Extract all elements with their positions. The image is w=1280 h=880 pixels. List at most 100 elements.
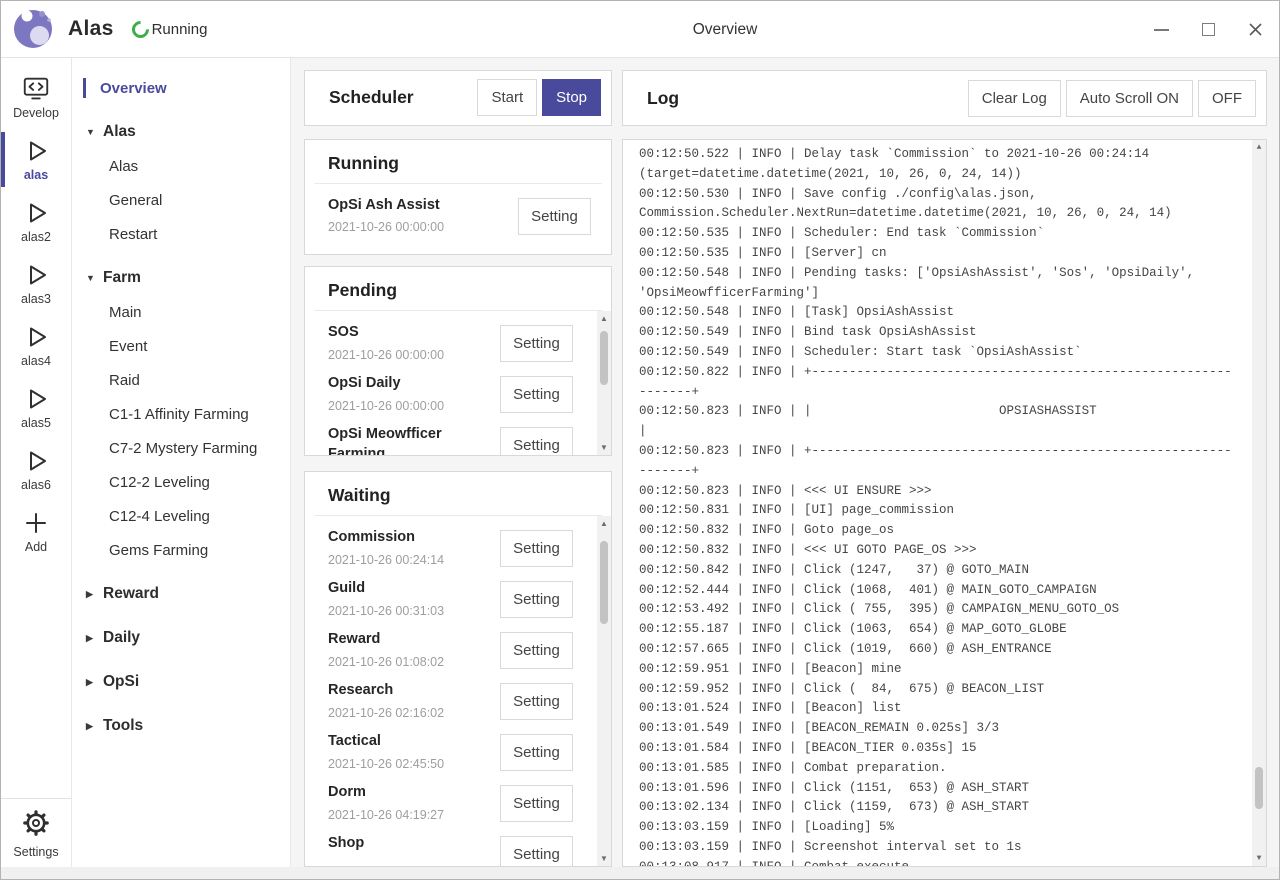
group-arrow-icon: ▶ bbox=[86, 589, 103, 600]
task-setting-button[interactable]: Setting bbox=[500, 734, 573, 771]
scheduler-panel: Scheduler Start Stop bbox=[304, 70, 612, 126]
nav-item[interactable]: Main bbox=[72, 295, 290, 329]
scroll-up-arrow[interactable]: ▲ bbox=[1252, 140, 1266, 155]
scroll-thumb[interactable] bbox=[1255, 767, 1263, 809]
task-setting-button[interactable]: Setting bbox=[500, 530, 573, 567]
scroll-down-arrow[interactable]: ▼ bbox=[1252, 851, 1266, 866]
nav-item[interactable]: ▶ Daily bbox=[72, 621, 290, 655]
nav-item[interactable]: C1-1 Affinity Farming bbox=[72, 397, 290, 431]
rail-item-alas5[interactable]: alas5 bbox=[1, 378, 71, 437]
task-row: Dorm 2021-10-26 04:19:27 Setting bbox=[305, 775, 611, 826]
minimize-button[interactable] bbox=[1153, 22, 1169, 38]
rail-item-label: alas5 bbox=[21, 416, 51, 430]
scroll-thumb[interactable] bbox=[600, 331, 608, 386]
plus-icon bbox=[21, 507, 51, 538]
log-line: 00:12:50.822 | INFO | +-----------------… bbox=[639, 363, 1238, 403]
log-line: 00:12:50.842 | INFO | Click (1247, 37) @… bbox=[639, 561, 1238, 581]
nav-item-label: Reward bbox=[103, 585, 159, 603]
play-icon bbox=[21, 135, 51, 166]
nav-item-label: Tools bbox=[103, 717, 143, 735]
clear-log-button[interactable]: Clear Log bbox=[968, 80, 1061, 117]
task-name: Tactical bbox=[328, 732, 492, 752]
log-output[interactable]: 00:12:50.522 | INFO | Delay task `Commis… bbox=[622, 139, 1267, 867]
pending-scrollbar[interactable]: ▲ ▼ bbox=[597, 311, 611, 455]
task-setting-button[interactable]: Setting bbox=[500, 325, 573, 362]
rail-item-alas3[interactable]: alas3 bbox=[1, 254, 71, 313]
nav-item[interactable]: Overview bbox=[72, 71, 290, 105]
nav-item[interactable]: C7-2 Mystery Farming bbox=[72, 431, 290, 465]
title-bar: Alas Running Overview bbox=[1, 1, 1279, 58]
log-line: 00:13:02.134 | INFO | Click (1159, 673) … bbox=[639, 798, 1238, 818]
close-icon bbox=[1248, 22, 1263, 37]
task-setting-button[interactable]: Setting bbox=[500, 632, 573, 669]
scroll-thumb[interactable] bbox=[600, 541, 608, 624]
settings-button[interactable]: Settings bbox=[1, 798, 71, 867]
nav-item[interactable]: Raid bbox=[72, 363, 290, 397]
nav-item-label: OpSi bbox=[103, 673, 139, 691]
log-line: 00:13:03.159 | INFO | Screenshot interva… bbox=[639, 838, 1238, 858]
alas-logo-icon bbox=[13, 9, 53, 49]
close-button[interactable] bbox=[1247, 22, 1263, 38]
group-arrow-icon: ▶ bbox=[86, 633, 103, 644]
nav-item[interactable]: Alas bbox=[72, 149, 290, 183]
task-next-run-time: 2021-10-26 00:00:00 bbox=[328, 348, 492, 362]
running-panel: Running OpSi Ash Assist 2021-10-26 00:00… bbox=[304, 139, 612, 255]
task-row: Commission 2021-10-26 00:24:14 Setting bbox=[305, 520, 611, 571]
task-name: OpSi Daily bbox=[328, 374, 492, 394]
log-line: 00:12:50.530 | INFO | Save config ./conf… bbox=[639, 185, 1238, 225]
task-setting-button[interactable]: Setting bbox=[500, 376, 573, 413]
nav-item-label: C7-2 Mystery Farming bbox=[109, 440, 257, 457]
scroll-up-arrow[interactable]: ▲ bbox=[597, 311, 611, 326]
nav-item-label: Daily bbox=[103, 629, 140, 647]
auto-scroll-off-button[interactable]: OFF bbox=[1198, 80, 1256, 117]
nav-item[interactable]: ▼ Farm bbox=[72, 261, 290, 295]
log-line: 00:12:50.548 | INFO | [Task] OpsiAshAssi… bbox=[639, 303, 1238, 323]
maximize-button[interactable] bbox=[1200, 22, 1216, 38]
nav-item[interactable]: ▶ Tools bbox=[72, 709, 290, 743]
task-setting-button[interactable]: Setting bbox=[500, 836, 573, 866]
nav-item[interactable]: ▶ Reward bbox=[72, 577, 290, 611]
task-row: SOS 2021-10-26 00:00:00 Setting bbox=[305, 315, 611, 366]
start-button[interactable]: Start bbox=[477, 79, 537, 116]
rail-item-alas2[interactable]: alas2 bbox=[1, 192, 71, 251]
log-line: 00:12:50.549 | INFO | Scheduler: Start t… bbox=[639, 343, 1238, 363]
nav-item[interactable]: Restart bbox=[72, 217, 290, 251]
auto-scroll-on-button[interactable]: Auto Scroll ON bbox=[1066, 80, 1193, 117]
nav-item[interactable]: C12-4 Leveling bbox=[72, 499, 290, 533]
scroll-down-arrow[interactable]: ▼ bbox=[597, 851, 611, 866]
nav-item-label: Alas bbox=[103, 123, 136, 141]
main-content: Scheduler Start Stop Running OpSi Ash As… bbox=[291, 58, 1279, 867]
nav-item[interactable]: General bbox=[72, 183, 290, 217]
nav-item[interactable]: C12-2 Leveling bbox=[72, 465, 290, 499]
nav-item[interactable]: ▼ Alas bbox=[72, 115, 290, 149]
task-next-run-time: 2021-10-26 00:31:03 bbox=[328, 604, 492, 618]
code-monitor-icon bbox=[21, 73, 51, 104]
task-name: SOS bbox=[328, 323, 492, 343]
scroll-up-arrow[interactable]: ▲ bbox=[597, 516, 611, 531]
rail-item-develop[interactable]: Develop bbox=[1, 68, 71, 127]
nav-item[interactable]: Event bbox=[72, 329, 290, 363]
scroll-down-arrow[interactable]: ▼ bbox=[597, 440, 611, 455]
scheduler-title: Scheduler bbox=[329, 87, 472, 108]
nav-item[interactable]: ▶ OpSi bbox=[72, 665, 290, 699]
waiting-scrollbar[interactable]: ▲ ▼ bbox=[597, 516, 611, 866]
stop-button[interactable]: Stop bbox=[542, 79, 601, 116]
task-setting-button[interactable]: Setting bbox=[518, 198, 591, 235]
task-setting-button[interactable]: Setting bbox=[500, 427, 573, 455]
task-row: Research 2021-10-26 02:16:02 Setting bbox=[305, 673, 611, 724]
log-line: 00:13:08.917 | INFO | Combat execute bbox=[639, 858, 1238, 867]
rail-item-add[interactable]: Add bbox=[1, 502, 71, 561]
log-scrollbar[interactable]: ▲ ▼ bbox=[1252, 140, 1266, 866]
nav-item[interactable]: Gems Farming bbox=[72, 533, 290, 567]
rail-item-alas[interactable]: alas bbox=[1, 130, 71, 189]
task-setting-button[interactable]: Setting bbox=[500, 683, 573, 720]
task-nav: Overview ▼ Alas Alas General bbox=[72, 58, 291, 867]
task-setting-button[interactable]: Setting bbox=[500, 785, 573, 822]
app-window: Alas Running Overview Develop alas bbox=[0, 0, 1280, 880]
task-name: OpSi Ash Assist bbox=[328, 196, 510, 216]
play-icon bbox=[21, 321, 51, 352]
rail-item-alas6[interactable]: alas6 bbox=[1, 440, 71, 499]
rail-item-alas4[interactable]: alas4 bbox=[1, 316, 71, 375]
pending-title: Pending bbox=[314, 267, 602, 311]
task-setting-button[interactable]: Setting bbox=[500, 581, 573, 618]
